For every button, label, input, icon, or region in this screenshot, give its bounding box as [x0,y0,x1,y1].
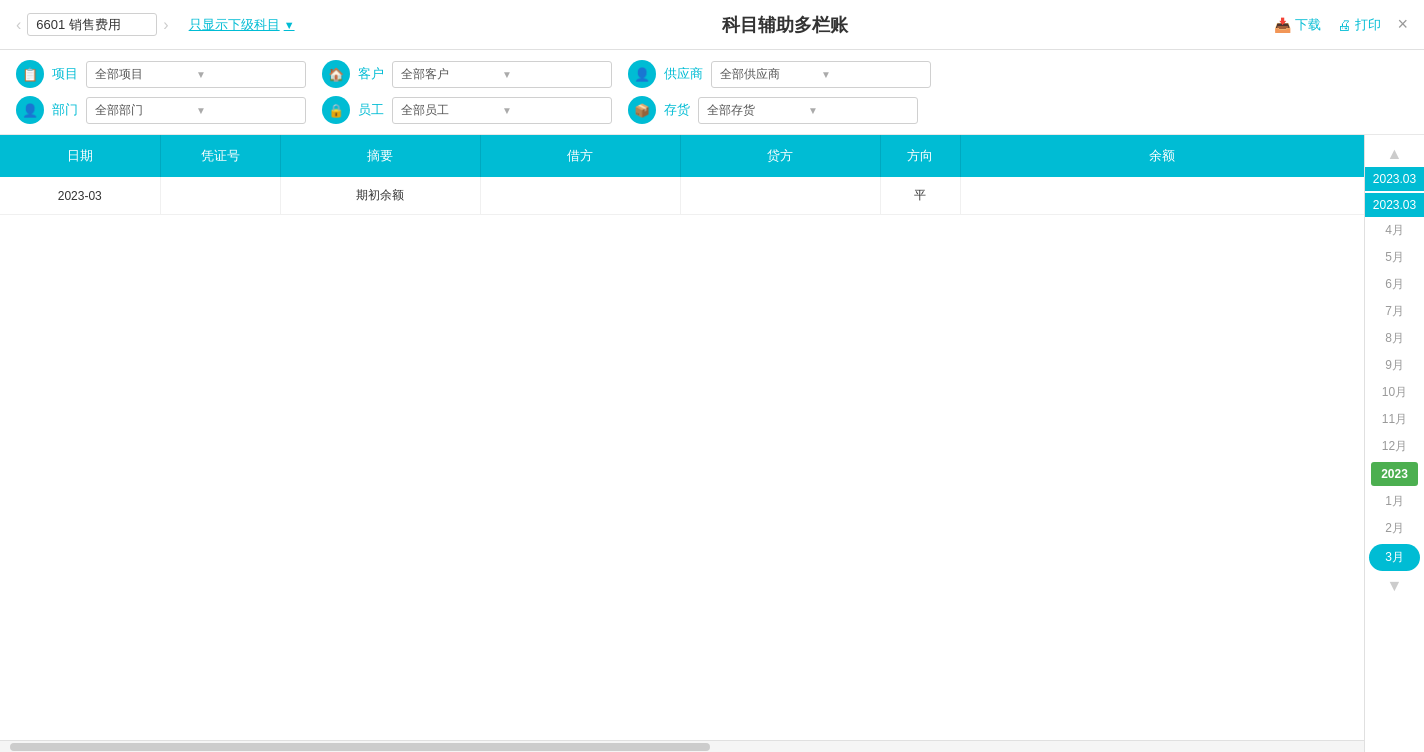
table-header-row: 日期 凭证号 摘要 借方 贷方 方向 余额 [0,135,1364,177]
timeline-item-10[interactable]: 10月 [1365,379,1424,406]
timeline-item-4[interactable]: 4月 [1365,217,1424,244]
col-voucher: 凭证号 [160,135,280,177]
customer-select-arrow-icon: ▼ [502,69,603,80]
project-label: 项目 [52,65,78,83]
employee-select-arrow-icon: ▼ [502,105,603,116]
print-button[interactable]: 🖨 打印 [1337,16,1381,34]
download-icon: 📥 [1274,17,1291,33]
col-summary: 摘要 [280,135,480,177]
download-button[interactable]: 📥 下载 [1274,16,1321,34]
filter-employee: 🔒 员工 全部员工 ▼ [322,96,612,124]
filter-customer: 🏠 客户 全部客户 ▼ [322,60,612,88]
inventory-select-arrow-icon: ▼ [808,105,909,116]
supplier-label: 供应商 [664,65,703,83]
department-select-arrow-icon: ▼ [196,105,297,116]
col-direction: 方向 [880,135,960,177]
scrollbar-thumb[interactable] [10,743,710,751]
timeline-item-2023-03-top2[interactable]: 2023.03 [1365,193,1424,217]
cell-date: 2023-03 [0,177,160,215]
show-sub-label: 只显示下级科目 [189,16,280,34]
timeline-item-5[interactable]: 5月 [1365,244,1424,271]
col-date: 日期 [0,135,160,177]
timeline-item-7[interactable]: 7月 [1365,298,1424,325]
customer-label: 客户 [358,65,384,83]
timeline-item-12[interactable]: 12月 [1365,433,1424,460]
timeline-item-8[interactable]: 8月 [1365,325,1424,352]
timeline-year-2023[interactable]: 2023 [1371,462,1418,486]
department-value: 全部部门 [95,102,196,119]
filter-project: 📋 项目 全部项目 ▼ [16,60,306,88]
supplier-value: 全部供应商 [720,66,821,83]
table-row: 2023-03 期初余额 平 [0,177,1364,215]
inventory-icon: 📦 [628,96,656,124]
timeline-sidebar: ▲ 2023.03 2023.03 4月 5月 6月 7月 8月 9月 10月 … [1364,135,1424,752]
account-code-input[interactable] [27,13,157,36]
show-sub-button[interactable]: 只显示下级科目 ▼ [189,16,295,34]
timeline-item-2023-03-top1[interactable]: 2023.03 [1365,167,1424,191]
table-area: 日期 凭证号 摘要 借方 贷方 方向 余额 2023-03 [0,135,1364,752]
employee-select[interactable]: 全部员工 ▼ [392,97,612,124]
project-icon: 📋 [16,60,44,88]
header-actions: 📥 下载 🖨 打印 [1274,16,1381,34]
timeline-item-6[interactable]: 6月 [1365,271,1424,298]
cell-debit [480,177,680,215]
cell-voucher [160,177,280,215]
table-wrapper[interactable]: 日期 凭证号 摘要 借方 贷方 方向 余额 2023-03 [0,135,1364,740]
timeline-item-11[interactable]: 11月 [1365,406,1424,433]
close-button[interactable]: × [1397,14,1408,35]
header-bar: ‹ › 只显示下级科目 ▼ 科目辅助多栏账 📥 下载 🖨 打印 × [0,0,1424,50]
col-debit: 借方 [480,135,680,177]
inventory-value: 全部存货 [707,102,808,119]
employee-label: 员工 [358,101,384,119]
timeline-item-2[interactable]: 2月 [1365,515,1424,542]
supplier-icon: 👤 [628,60,656,88]
customer-value: 全部客户 [401,66,502,83]
show-sub-chevron-icon: ▼ [284,19,295,31]
filter-supplier: 👤 供应商 全部供应商 ▼ [628,60,931,88]
horizontal-scrollbar[interactable] [0,740,1364,752]
cell-summary: 期初余额 [280,177,480,215]
employee-icon: 🔒 [322,96,350,124]
col-credit: 贷方 [680,135,880,177]
filter-row-1: 📋 项目 全部项目 ▼ 🏠 客户 全部客户 ▼ 👤 供应商 全部供应 [16,60,1408,88]
print-label: 打印 [1355,16,1381,34]
employee-value: 全部员工 [401,102,502,119]
content-area: 日期 凭证号 摘要 借方 贷方 方向 余额 2023-03 [0,135,1424,752]
timeline-up-arrow[interactable]: ▲ [1383,141,1407,167]
filter-row-2: 👤 部门 全部部门 ▼ 🔒 员工 全部员工 ▼ 📦 存货 全部存货 [16,96,1408,124]
department-label: 部门 [52,101,78,119]
timeline-item-9[interactable]: 9月 [1365,352,1424,379]
page-title: 科目辅助多栏账 [295,13,1275,37]
project-select[interactable]: 全部项目 ▼ [86,61,306,88]
supplier-select-arrow-icon: ▼ [821,69,922,80]
main-container: ‹ › 只显示下级科目 ▼ 科目辅助多栏账 📥 下载 🖨 打印 × 📋 项目 [0,0,1424,752]
col-balance: 余额 [960,135,1364,177]
inventory-label: 存货 [664,101,690,119]
customer-icon: 🏠 [322,60,350,88]
filter-department: 👤 部门 全部部门 ▼ [16,96,306,124]
timeline-down-arrow[interactable]: ▼ [1383,573,1407,599]
filter-inventory: 📦 存货 全部存货 ▼ [628,96,918,124]
timeline-item-1[interactable]: 1月 [1365,488,1424,515]
print-icon: 🖨 [1337,17,1351,33]
cell-balance [960,177,1364,215]
data-table: 日期 凭证号 摘要 借方 贷方 方向 余额 2023-03 [0,135,1364,215]
cell-direction: 平 [880,177,960,215]
project-select-arrow-icon: ▼ [196,69,297,80]
inventory-select[interactable]: 全部存货 ▼ [698,97,918,124]
customer-select[interactable]: 全部客户 ▼ [392,61,612,88]
supplier-select[interactable]: 全部供应商 ▼ [711,61,931,88]
timeline-item-3-active[interactable]: 3月 [1369,544,1420,571]
cell-credit [680,177,880,215]
filter-bar: 📋 项目 全部项目 ▼ 🏠 客户 全部客户 ▼ 👤 供应商 全部供应 [0,50,1424,135]
nav-prev-button[interactable]: ‹ [16,16,21,34]
project-value: 全部项目 [95,66,196,83]
nav-next-button[interactable]: › [163,16,168,34]
department-icon: 👤 [16,96,44,124]
download-label: 下载 [1295,16,1321,34]
department-select[interactable]: 全部部门 ▼ [86,97,306,124]
